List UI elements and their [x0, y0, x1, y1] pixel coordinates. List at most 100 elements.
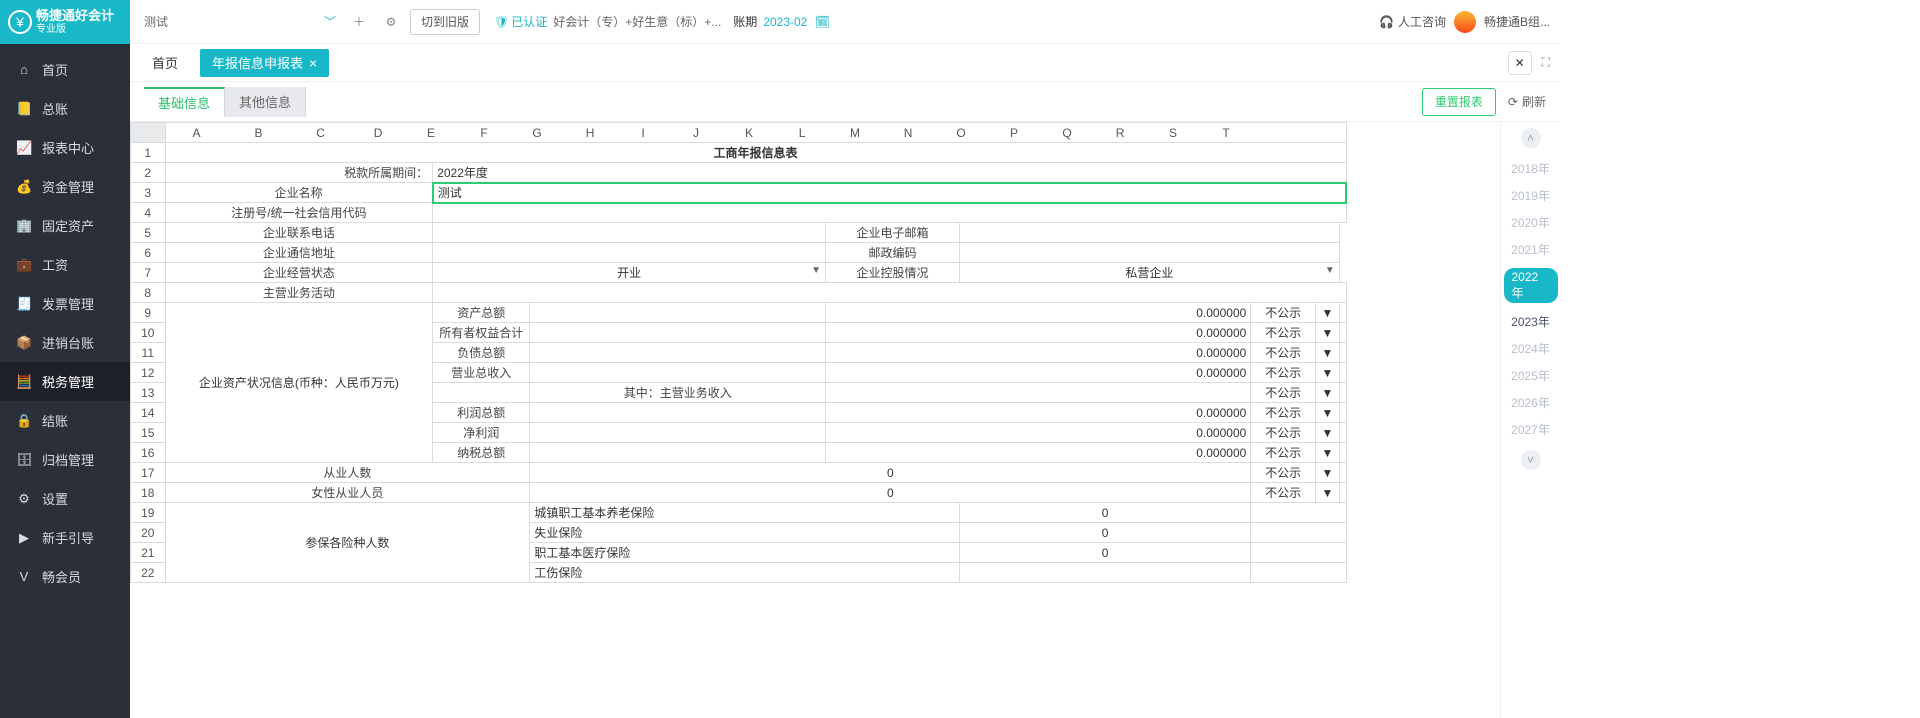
tab-annual-report[interactable]: 年报信息申报表 × [200, 49, 329, 77]
col-M[interactable]: M [829, 126, 882, 140]
col-D[interactable]: D [352, 126, 405, 140]
select-disp-female[interactable]: 不公示 [1251, 483, 1316, 503]
dropdown-caret[interactable]: ▼ [1316, 443, 1340, 463]
subtab-basic[interactable]: 基础信息 [144, 87, 225, 117]
dropdown-caret[interactable]: ▼ [1316, 403, 1340, 423]
input-phone[interactable] [433, 223, 826, 243]
col-O[interactable]: O [935, 126, 988, 140]
select-disp-asset-2[interactable]: 不公示 [1251, 343, 1316, 363]
sidebar-item-7[interactable]: 📦进销台账 [0, 323, 130, 362]
row-number[interactable]: 13 [131, 383, 166, 403]
close-icon[interactable]: × [309, 55, 317, 71]
period-value[interactable]: 2023-02 🗓 [763, 15, 830, 29]
col-C[interactable]: C [290, 126, 352, 140]
year-2026年[interactable]: 2026年 [1511, 394, 1550, 411]
switch-old-button[interactable]: 切到旧版 [410, 9, 480, 35]
subtab-other[interactable]: 其他信息 [225, 87, 306, 117]
sidebar-item-1[interactable]: 📒总账 [0, 89, 130, 128]
sidebar-item-11[interactable]: ⚙设置 [0, 479, 130, 518]
row-number[interactable]: 15 [131, 423, 166, 443]
add-button[interactable]: ＋ [346, 9, 372, 35]
corner-cell[interactable] [131, 123, 166, 143]
row-number[interactable]: 17 [131, 463, 166, 483]
row-number[interactable]: 16 [131, 443, 166, 463]
select-biz-status[interactable]: 开业▼ [433, 263, 826, 283]
value-asset-6[interactable]: 0.000000 [826, 423, 1251, 443]
sidebar-item-5[interactable]: 💼工资 [0, 245, 130, 284]
year-2025年[interactable]: 2025年 [1511, 367, 1550, 384]
row-number[interactable]: 6 [131, 243, 166, 263]
sidebar-item-10[interactable]: 🗄归档管理 [0, 440, 130, 479]
col-R[interactable]: R [1094, 126, 1147, 140]
row-number[interactable]: 4 [131, 203, 166, 223]
input-email[interactable] [959, 223, 1339, 243]
col-K[interactable]: K [723, 126, 776, 140]
col-Q[interactable]: Q [1041, 126, 1094, 140]
gear-icon[interactable]: ⚙ [378, 9, 404, 35]
dropdown-caret[interactable]: ▼ [1316, 303, 1340, 323]
rail-down-button[interactable]: ˅ [1521, 450, 1541, 470]
company-selector[interactable]: 测试 ﹀ [140, 9, 340, 35]
row-number[interactable]: 5 [131, 223, 166, 243]
help-button[interactable]: 🎧 人工咨询 [1379, 13, 1446, 30]
dropdown-caret[interactable]: ▼ [1316, 343, 1340, 363]
select-holding[interactable]: 私营企业▼ [959, 263, 1339, 283]
value-ins-2[interactable]: 0 [959, 543, 1250, 563]
tab-home[interactable]: 首页 [140, 49, 190, 77]
value-asset-5[interactable]: 0.000000 [826, 403, 1251, 423]
row-number[interactable]: 11 [131, 343, 166, 363]
sidebar-item-0[interactable]: ⌂首页 [0, 50, 130, 89]
dropdown-caret[interactable]: ▼ [1316, 463, 1340, 483]
value-ins-3[interactable] [959, 563, 1250, 583]
col-F[interactable]: F [458, 126, 511, 140]
col-L[interactable]: L [776, 126, 829, 140]
value-asset-2[interactable]: 0.000000 [826, 343, 1251, 363]
sidebar-item-6[interactable]: 🧾发票管理 [0, 284, 130, 323]
col-E[interactable]: E [405, 126, 458, 140]
col-J[interactable]: J [670, 126, 723, 140]
input-address[interactable] [433, 243, 826, 263]
user-name[interactable]: 畅捷通B组... [1484, 13, 1550, 30]
row-number[interactable]: 8 [131, 283, 166, 303]
year-2018年[interactable]: 2018年 [1511, 160, 1550, 177]
row-number[interactable]: 12 [131, 363, 166, 383]
select-disp-asset-6[interactable]: 不公示 [1251, 423, 1316, 443]
row-number[interactable]: 14 [131, 403, 166, 423]
col-G[interactable]: G [511, 126, 564, 140]
sidebar-item-2[interactable]: 📈报表中心 [0, 128, 130, 167]
row-number[interactable]: 21 [131, 543, 166, 563]
row-number[interactable]: 9 [131, 303, 166, 323]
sidebar-item-13[interactable]: V畅会员 [0, 557, 130, 596]
value-asset-7[interactable]: 0.000000 [826, 443, 1251, 463]
year-2021年[interactable]: 2021年 [1511, 241, 1550, 258]
value-employees[interactable]: 0 [530, 463, 1251, 483]
row-number[interactable]: 22 [131, 563, 166, 583]
value-asset-1[interactable]: 0.000000 [826, 323, 1251, 343]
year-2020年[interactable]: 2020年 [1511, 214, 1550, 231]
value-asset-0[interactable]: 0.000000 [826, 303, 1251, 323]
value-ins-1[interactable]: 0 [959, 523, 1250, 543]
input-reg-code[interactable] [433, 203, 1346, 223]
select-disp-asset-3[interactable]: 不公示 [1251, 363, 1316, 383]
year-2023年[interactable]: 2023年 [1511, 313, 1550, 330]
avatar[interactable] [1454, 11, 1476, 33]
sidebar-item-3[interactable]: 💰资金管理 [0, 167, 130, 206]
select-disp-asset-0[interactable]: 不公示 [1251, 303, 1316, 323]
year-2019年[interactable]: 2019年 [1511, 187, 1550, 204]
col-S[interactable]: S [1147, 126, 1200, 140]
row-number[interactable]: 3 [131, 183, 166, 203]
dropdown-caret[interactable]: ▼ [1316, 363, 1340, 383]
col-P[interactable]: P [988, 126, 1041, 140]
refresh-button[interactable]: ⟳ 刷新 [1508, 93, 1546, 110]
sidebar-item-9[interactable]: 🔒结账 [0, 401, 130, 440]
select-disp-asset-7[interactable]: 不公示 [1251, 443, 1316, 463]
col-H[interactable]: H [564, 126, 617, 140]
value-asset-4[interactable] [826, 383, 1251, 403]
year-2027年[interactable]: 2027年 [1511, 421, 1550, 438]
value-female-employees[interactable]: 0 [530, 483, 1251, 503]
dropdown-caret[interactable]: ▼ [1316, 423, 1340, 443]
spreadsheet[interactable]: ABCDEFGHIJKLMNOPQRST 1 工商年报信息表 2 税款所属期间：… [130, 122, 1486, 718]
sidebar-item-4[interactable]: 🏢固定资产 [0, 206, 130, 245]
col-I[interactable]: I [617, 126, 670, 140]
row-number[interactable]: 19 [131, 503, 166, 523]
